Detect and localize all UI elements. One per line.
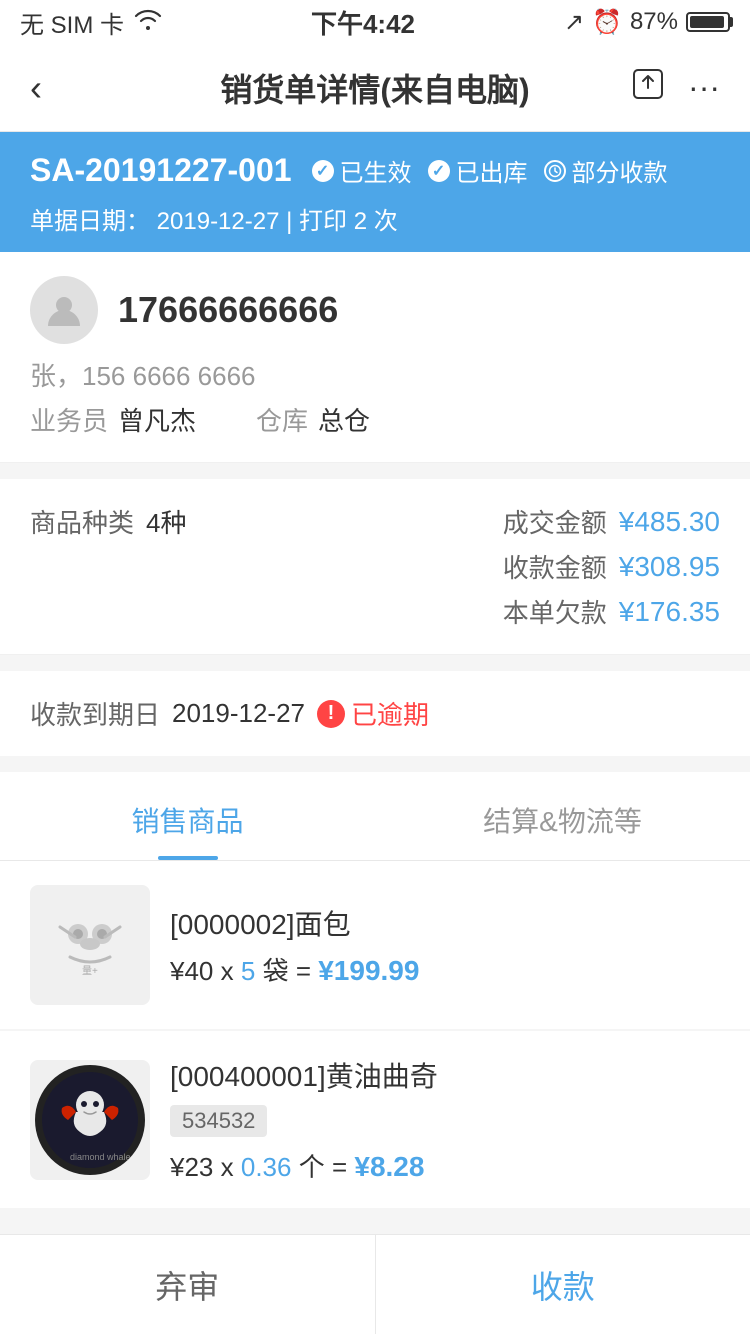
salesman-label: 业务员 <box>30 401 108 438</box>
owl-logo: 量+ <box>50 902 130 989</box>
status-time: 下午4:42 <box>311 4 415 41</box>
status-shipped: ✓ 已出库 <box>428 153 528 188</box>
page-title: 销货单详情(来自电脑) <box>220 65 529 111</box>
product-thumb-2: diamond whale <box>30 1060 150 1180</box>
price-unit-1: 袋 <box>263 956 289 986</box>
order-header: SA-20191227-001 ✓ 已生效 ✓ 已出库 部分收款 <box>0 132 750 252</box>
back-button[interactable]: ‹ <box>20 57 52 119</box>
nav-bar: ‹ 销货单详情(来自电脑) ··· <box>0 44 750 132</box>
debt-label: 本单欠款 <box>503 593 607 630</box>
check-icon: ✓ <box>312 160 334 182</box>
status-left: 无 SIM 卡 <box>20 5 162 40</box>
tab-settlement[interactable]: 结算&物流等 <box>375 772 750 860</box>
product-item-2: diamond whale [000400001]黄油曲奇 534532 ¥23… <box>0 1031 750 1208</box>
location-icon: ↗ <box>564 8 584 37</box>
check-icon-2: ✓ <box>428 160 450 182</box>
product-type-label: 商品种类 <box>30 503 134 540</box>
product-name-2: [000400001]黄油曲奇 <box>170 1055 720 1095</box>
overdue-text: 已逾期 <box>351 695 429 732</box>
amount-value: ¥485.30 <box>619 506 720 538</box>
overdue-badge: ! 已逾期 <box>317 695 429 732</box>
alarm-icon: ⏰ <box>592 8 622 37</box>
warehouse-label: 仓库 <box>256 401 308 438</box>
product-name-1: [0000002]面包 <box>170 903 720 943</box>
nav-actions: ··· <box>632 68 720 108</box>
received-label: 收款金额 <box>503 548 607 585</box>
customer-name-phone: 张，156 6666 6666 <box>30 356 720 393</box>
summary-left: 商品种类 4种 <box>30 503 186 630</box>
customer-header: 17666666666 <box>30 276 720 344</box>
amount-item: 成交金额 ¥485.30 <box>503 503 720 540</box>
received-value: ¥308.95 <box>619 551 720 583</box>
dark-thumb-icon: diamond whale <box>35 1065 145 1175</box>
price-total-2: ¥8.28 <box>354 1151 424 1182</box>
status-right: ↗ ⏰ 87% <box>564 8 730 37</box>
product-price-2: ¥23 x 0.36 个 = ¥8.28 <box>170 1147 720 1184</box>
due-label: 收款到期日 <box>30 695 160 732</box>
product-type-item: 商品种类 4种 <box>30 503 186 540</box>
product-list: 量+ [0000002]面包 ¥40 x 5 袋 = ¥199.99 <box>0 861 750 1208</box>
summary-grid: 商品种类 4种 成交金额 ¥485.30 收款金额 ¥308.95 本单欠款 ¥… <box>30 503 720 630</box>
due-section: 收款到期日 2019-12-27 ! 已逾期 <box>0 671 750 756</box>
confirm-button[interactable]: 收款 <box>376 1235 750 1334</box>
banner-date-row: 单据日期： 2019-12-27 | 打印 2 次 <box>30 201 720 236</box>
battery-percent: 87% <box>630 8 678 36</box>
tab-sales-products[interactable]: 销售商品 <box>0 772 375 860</box>
svg-text:diamond whale: diamond whale <box>70 1152 131 1162</box>
price-base-2: ¥23 <box>170 1152 213 1182</box>
banner-row1: SA-20191227-001 ✓ 已生效 ✓ 已出库 部分收款 <box>30 152 720 189</box>
price-unit-2: 个 <box>299 1152 325 1182</box>
order-id: SA-20191227-001 <box>30 152 292 189</box>
salesman-value: 曾凡杰 <box>118 401 196 438</box>
bottom-bar: 弃审 收款 <box>0 1234 750 1334</box>
avatar <box>30 276 98 344</box>
clock-icon <box>544 160 566 182</box>
share-button[interactable] <box>632 68 664 108</box>
product-item: 量+ [0000002]面包 ¥40 x 5 袋 = ¥199.99 <box>0 861 750 1029</box>
status-badges: ✓ 已生效 ✓ 已出库 部分收款 <box>312 153 668 188</box>
product-badge-2: 534532 <box>170 1105 267 1137</box>
product-thumb-1: 量+ <box>30 885 150 1005</box>
warning-icon: ! <box>317 700 345 728</box>
price-base-1: ¥40 <box>170 956 213 986</box>
carrier-text: 无 SIM 卡 <box>20 5 124 40</box>
warehouse-item: 仓库 总仓 <box>256 401 370 438</box>
tabs-header: 销售商品 结算&物流等 <box>0 772 750 861</box>
customer-section: 17666666666 张，156 6666 6666 业务员 曾凡杰 仓库 总… <box>0 252 750 463</box>
more-button[interactable]: ··· <box>688 69 720 106</box>
wifi-icon <box>134 8 162 36</box>
received-item: 收款金额 ¥308.95 <box>503 548 720 585</box>
debt-value: ¥176.35 <box>619 596 720 628</box>
price-qty-1: 5 <box>241 956 255 986</box>
customer-meta: 业务员 曾凡杰 仓库 总仓 <box>30 401 720 438</box>
price-qty-2: 0.36 <box>241 1152 292 1182</box>
customer-phone: 17666666666 <box>118 289 338 331</box>
tabs-section: 销售商品 结算&物流等 <box>0 772 750 861</box>
product-info-2: [000400001]黄油曲奇 534532 ¥23 x 0.36 个 = ¥8… <box>170 1055 720 1184</box>
amount-label: 成交金额 <box>503 503 607 540</box>
status-bar: 无 SIM 卡 下午4:42 ↗ ⏰ 87% <box>0 0 750 44</box>
warehouse-value: 总仓 <box>318 401 370 438</box>
status-partial: 部分收款 <box>544 153 668 188</box>
svg-text:量+: 量+ <box>82 965 98 977</box>
salesman-item: 业务员 曾凡杰 <box>30 401 196 438</box>
price-total-1: ¥199.99 <box>318 955 419 986</box>
summary-right: 成交金额 ¥485.30 收款金额 ¥308.95 本单欠款 ¥176.35 <box>503 503 720 630</box>
product-price-1: ¥40 x 5 袋 = ¥199.99 <box>170 951 720 988</box>
summary-section: 商品种类 4种 成交金额 ¥485.30 收款金额 ¥308.95 本单欠款 ¥… <box>0 479 750 655</box>
debt-item: 本单欠款 ¥176.35 <box>503 593 720 630</box>
product-type-count: 4种 <box>146 503 186 540</box>
cancel-button[interactable]: 弃审 <box>0 1235 376 1334</box>
due-date: 2019-12-27 <box>172 698 305 729</box>
battery-icon <box>686 12 730 32</box>
status-effected: ✓ 已生效 <box>312 153 412 188</box>
product-info-1: [0000002]面包 ¥40 x 5 袋 = ¥199.99 <box>170 903 720 988</box>
